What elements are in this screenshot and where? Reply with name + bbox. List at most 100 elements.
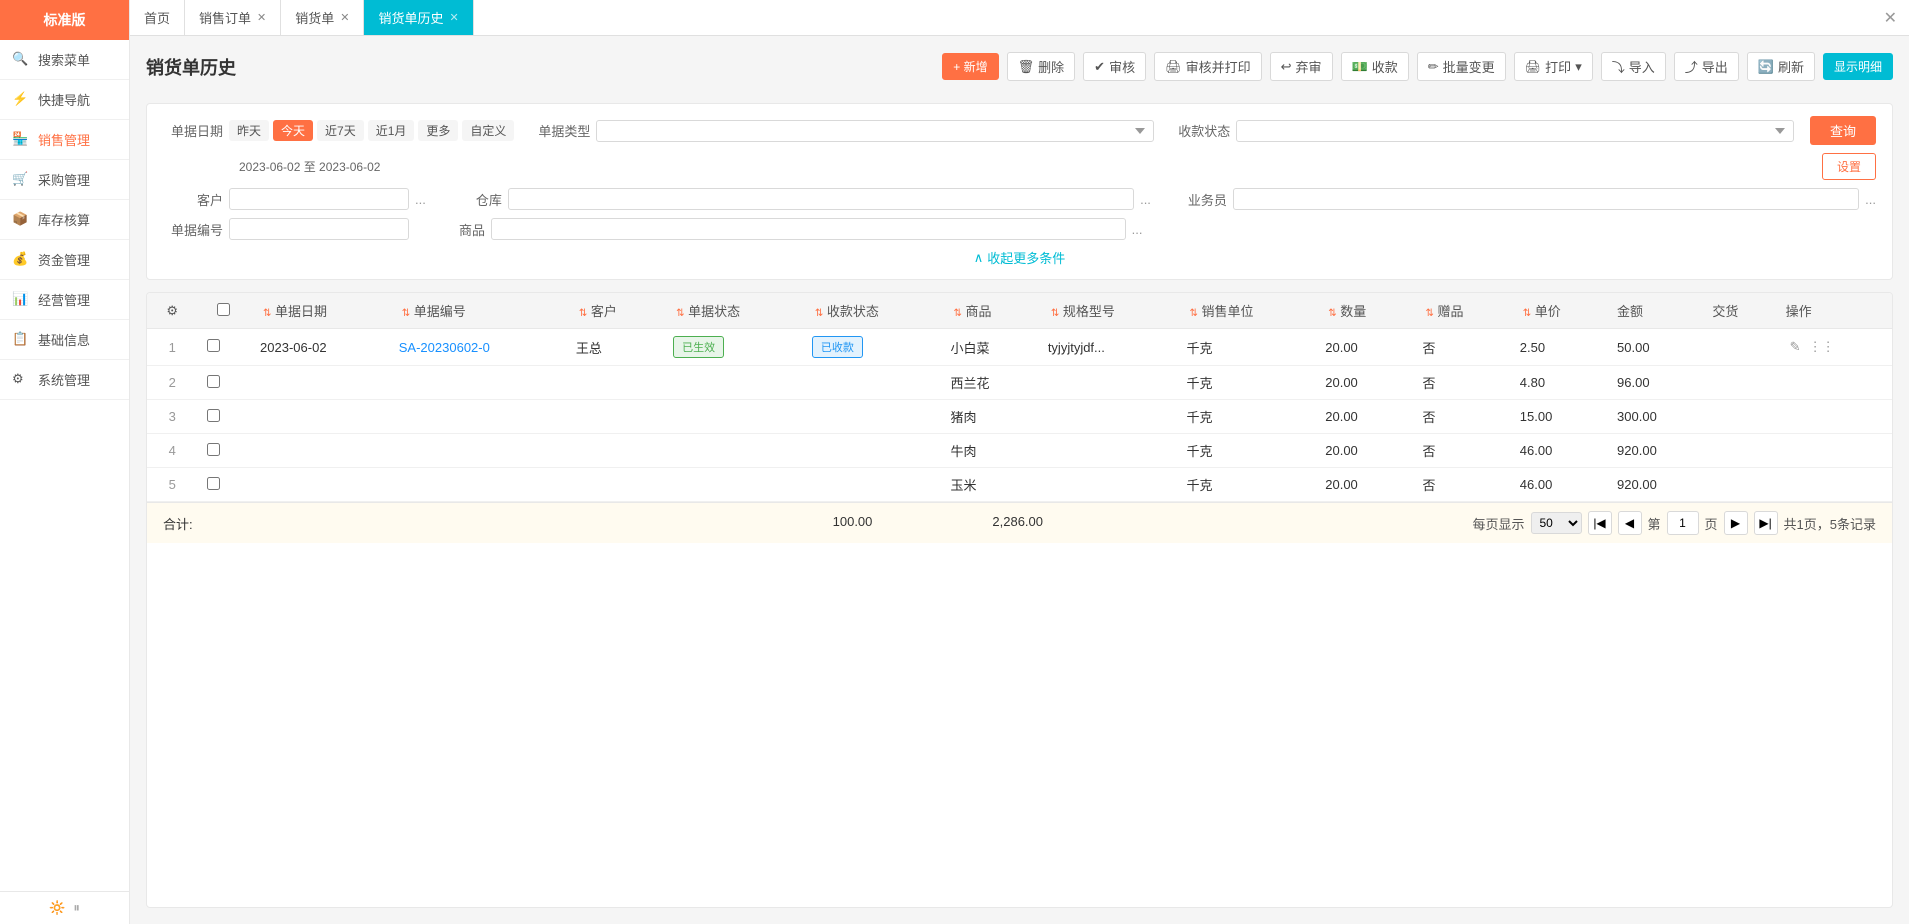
sidebar-item-inventory[interactable]: 📦 库存核算 — [0, 200, 129, 240]
first-page-button[interactable]: |◀ — [1588, 511, 1612, 535]
cell-qty: 20.00 — [1315, 468, 1412, 502]
th-settings[interactable]: ⚙ — [147, 293, 197, 329]
page-size-select[interactable]: 50 100 200 — [1531, 512, 1582, 534]
cell-amount: 920.00 — [1607, 434, 1702, 468]
th-goods[interactable]: ⇅ 商品 — [941, 293, 1038, 329]
th-unit[interactable]: ⇅ 销售单位 — [1177, 293, 1316, 329]
salesperson-input[interactable] — [1233, 188, 1859, 210]
date-tag-more[interactable]: 更多 — [418, 120, 458, 141]
cell-action: ✎⋮⋮ — [1776, 329, 1892, 366]
salesperson-dots[interactable]: ... — [1865, 192, 1876, 207]
collect-status-select[interactable] — [1236, 120, 1794, 142]
cell-gift: 否 — [1413, 434, 1510, 468]
cell-transaction — [1702, 329, 1775, 366]
print-dropdown-icon: ▾ — [1575, 59, 1582, 75]
abandon-button[interactable]: ↩ 弃审 — [1270, 52, 1333, 81]
tab-sales-delivery-close[interactable]: ✕ — [340, 11, 349, 24]
row-checkbox-input[interactable] — [207, 339, 220, 352]
cell-action — [1776, 400, 1892, 434]
pause-icon[interactable]: ⏸ — [73, 900, 80, 916]
cell-unit: 千克 — [1177, 400, 1316, 434]
more-action-button[interactable]: ⋮⋮ — [1805, 337, 1839, 356]
th-checkbox[interactable] — [197, 293, 250, 329]
date-tag-yesterday[interactable]: 昨天 — [229, 120, 269, 141]
goods-input[interactable] — [491, 218, 1126, 240]
show-detail-button[interactable]: 显示明细 — [1823, 53, 1893, 80]
export-button[interactable]: ⤴ 导出 — [1674, 52, 1739, 81]
warehouse-dots[interactable]: ... — [1140, 192, 1151, 207]
select-all-checkbox[interactable] — [217, 303, 230, 316]
sidebar-item-sales-mgmt[interactable]: 🏪 销售管理 — [0, 120, 129, 160]
doc-type-select[interactable] — [596, 120, 1154, 142]
customer-dots[interactable]: ... — [415, 192, 426, 207]
th-customer[interactable]: ⇅ 客户 — [566, 293, 663, 329]
last-page-button[interactable]: ▶| — [1754, 511, 1778, 535]
doc-type-filter: 单据类型 — [530, 120, 1154, 142]
collect-button[interactable]: 💵 收款 — [1341, 52, 1409, 81]
row-checkbox-input[interactable] — [207, 375, 220, 388]
th-doc-date[interactable]: ⇅ 单据日期 — [250, 293, 389, 329]
sidebar-item-purchase-mgmt[interactable]: 🛒 采购管理 — [0, 160, 129, 200]
date-tag-1month[interactable]: 近1月 — [368, 120, 415, 141]
main-area: 首页 销售订单 ✕ 销货单 ✕ 销货单历史 ✕ ✕ 销货单历史 + 新增 🗑 删… — [130, 0, 1909, 924]
row-checkbox-input[interactable] — [207, 477, 220, 490]
sidebar-item-basic-info[interactable]: 📋 基础信息 — [0, 320, 129, 360]
total-qty: 100.00 — [833, 514, 873, 533]
undo-icon: ↩ — [1281, 59, 1292, 75]
sidebar-item-finance[interactable]: 💰 资金管理 — [0, 240, 129, 280]
th-doc-status[interactable]: ⇅ 单据状态 — [663, 293, 802, 329]
tab-sales-order[interactable]: 销售订单 ✕ — [185, 0, 281, 35]
goods-dots[interactable]: ... — [1132, 222, 1143, 237]
delete-button[interactable]: 🗑 删除 — [1007, 52, 1076, 81]
sun-icon[interactable]: 🔆 — [49, 900, 65, 916]
sidebar-item-search-menu[interactable]: 🔍 搜索菜单 — [0, 40, 129, 80]
settings-button[interactable]: 设置 — [1822, 153, 1876, 180]
batch-change-button[interactable]: ✏ 批量变更 — [1417, 52, 1506, 81]
row-checkbox-input[interactable] — [207, 443, 220, 456]
th-spec[interactable]: ⇅ 规格型号 — [1038, 293, 1177, 329]
tab-home[interactable]: 首页 — [130, 0, 185, 35]
th-doc-num[interactable]: ⇅ 单据编号 — [389, 293, 566, 329]
sidebar-item-system[interactable]: ⚙ 系统管理 — [0, 360, 129, 400]
date-tag-today[interactable]: 今天 — [273, 120, 313, 141]
collapse-button[interactable]: ∧ 收起更多条件 — [163, 248, 1876, 267]
cell-unit: 千克 — [1177, 366, 1316, 400]
date-tag-custom[interactable]: 自定义 — [462, 120, 514, 141]
th-unit-price[interactable]: ⇅ 单价 — [1510, 293, 1607, 329]
th-qty[interactable]: ⇅ 数量 — [1315, 293, 1412, 329]
cell-doc-num — [389, 366, 566, 400]
page-number-input[interactable] — [1667, 511, 1699, 535]
print-button[interactable]: 🖨 打印 ▾ — [1514, 52, 1593, 81]
close-all-tabs[interactable]: ✕ — [1872, 8, 1909, 28]
tab-sales-history-close[interactable]: ✕ — [450, 11, 459, 24]
new-button[interactable]: + 新增 — [942, 53, 998, 80]
tab-sales-delivery[interactable]: 销货单 ✕ — [281, 0, 364, 35]
tab-sales-order-close[interactable]: ✕ — [257, 11, 266, 24]
th-transaction: 交货 — [1702, 293, 1775, 329]
prev-page-button[interactable]: ◀ — [1618, 511, 1642, 535]
th-collect-status[interactable]: ⇅ 收款状态 — [802, 293, 941, 329]
import-button[interactable]: ⤵ 导入 — [1601, 52, 1666, 81]
row-num: 1 — [147, 329, 197, 366]
sidebar-item-label: 资金管理 — [38, 250, 90, 269]
sidebar-item-operations[interactable]: 📊 经营管理 — [0, 280, 129, 320]
data-table: ⚙ ⇅ 单据日期 ⇅ 单据编号 ⇅ 客户 ⇅ 单据状态 ⇅ 收款状态 ⇅ 商品 … — [147, 293, 1892, 502]
sidebar-item-quick-nav[interactable]: ⚡ 快捷导航 — [0, 80, 129, 120]
audit-print-button[interactable]: 🖨 审核并打印 — [1154, 52, 1262, 81]
th-gift[interactable]: ⇅ 赠品 — [1413, 293, 1510, 329]
warehouse-input[interactable] — [508, 188, 1134, 210]
refresh-button[interactable]: 🔄 刷新 — [1747, 52, 1815, 81]
edit-action-button[interactable]: ✎ — [1786, 337, 1805, 356]
table-header-row: ⚙ ⇅ 单据日期 ⇅ 单据编号 ⇅ 客户 ⇅ 单据状态 ⇅ 收款状态 ⇅ 商品 … — [147, 293, 1892, 329]
row-checkbox-input[interactable] — [207, 409, 220, 422]
docnum-input[interactable] — [229, 218, 409, 240]
sort-icon: ⇅ — [1328, 308, 1336, 319]
next-page-button[interactable]: ▶ — [1724, 511, 1748, 535]
customer-input[interactable] — [229, 188, 409, 210]
date-tag-7days[interactable]: 近7天 — [317, 120, 364, 141]
cell-customer — [566, 400, 663, 434]
doc-num-link[interactable]: SA-20230602-0 — [399, 340, 490, 355]
audit-button[interactable]: ✔ 审核 — [1083, 52, 1146, 81]
tab-sales-history[interactable]: 销货单历史 ✕ — [364, 0, 473, 35]
query-button[interactable]: 查询 — [1810, 116, 1876, 145]
